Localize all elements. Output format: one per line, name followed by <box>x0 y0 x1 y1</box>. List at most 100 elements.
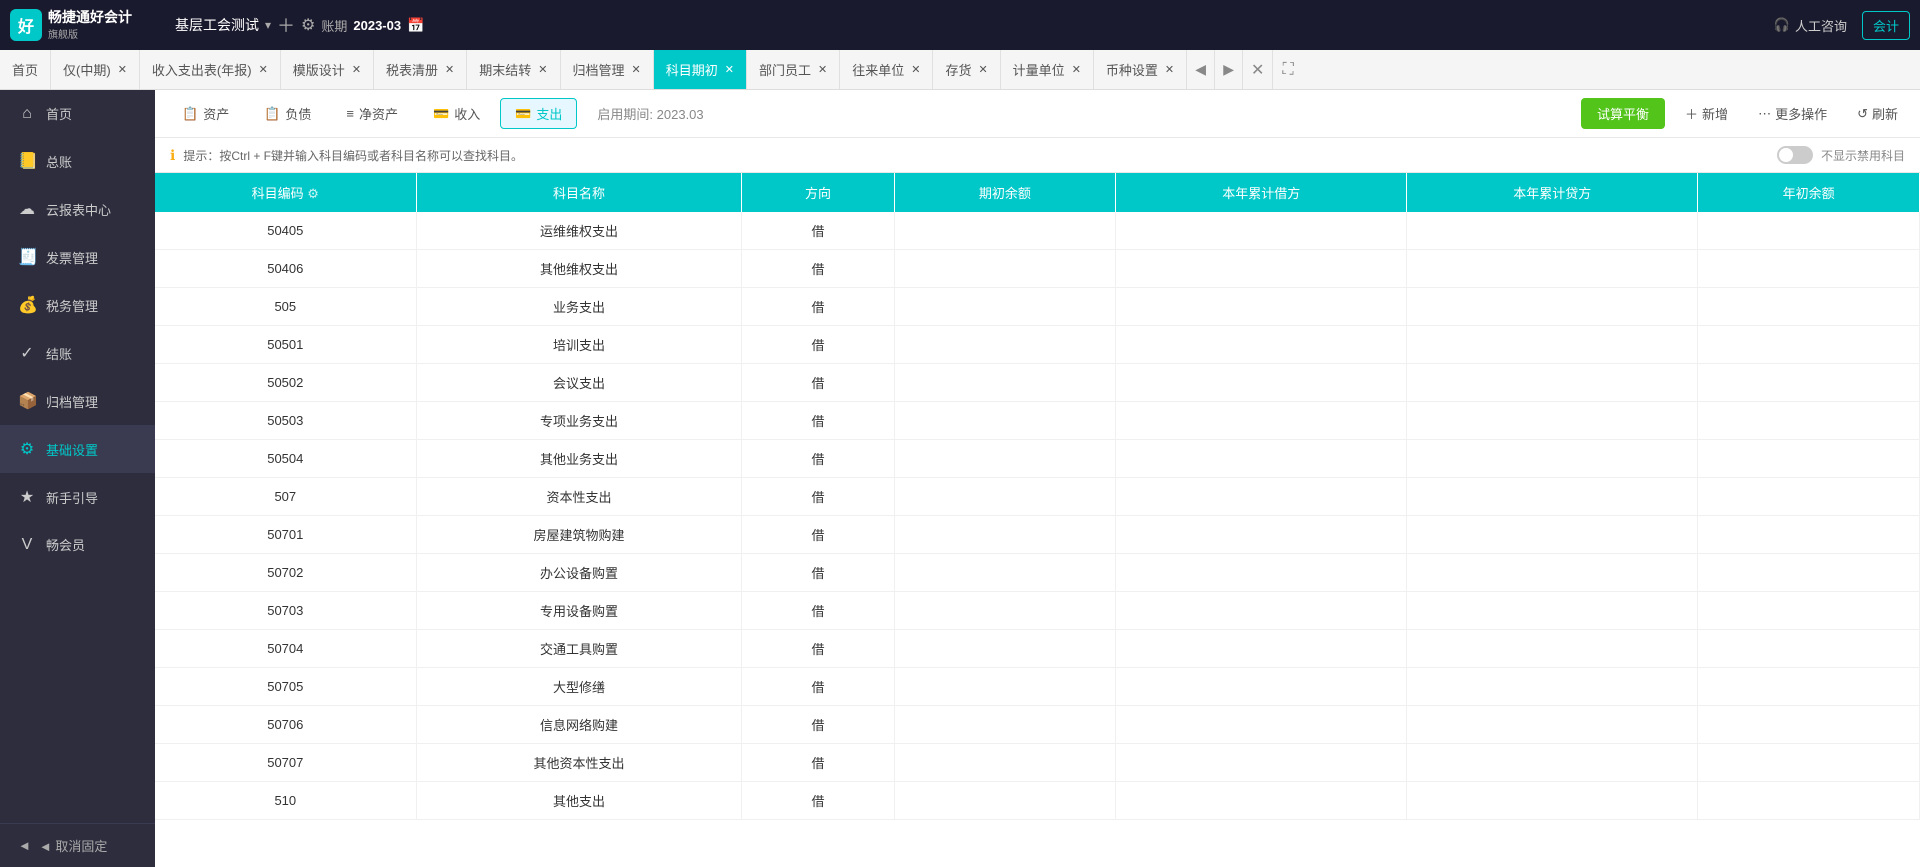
sidebar-item-label: 发票管理 <box>46 248 98 267</box>
sidebar-item-invoice[interactable]: 🧾 发票管理 <box>0 233 155 281</box>
add-btn[interactable]: ＋ 新增 <box>1675 99 1738 128</box>
tab-close-icon[interactable]: ✕ <box>978 63 987 76</box>
col-dir: 方向 <box>742 173 894 212</box>
tab-close-icon[interactable]: ✕ <box>259 63 268 76</box>
table-row[interactable]: 50703 专用设备购置 借 <box>155 592 1920 630</box>
table-row[interactable]: 50701 房屋建筑物购建 借 <box>155 516 1920 554</box>
sub-tab-expense[interactable]: 💳 支出 <box>500 98 577 129</box>
table-row[interactable]: 50405 运维维权支出 借 <box>155 212 1920 250</box>
pin-icon: ◄ <box>18 838 31 853</box>
tab-close-icon[interactable]: ✕ <box>1165 63 1174 76</box>
cell-ncye <box>1698 364 1920 402</box>
tab-close-all-btn[interactable]: ✕ <box>1243 50 1273 90</box>
tab-next-btn[interactable]: ▶ <box>1215 50 1243 90</box>
tab-shuibiao[interactable]: 税表清册 ✕ <box>374 50 467 90</box>
switch-control[interactable] <box>1777 146 1813 164</box>
sub-tab-label: 收入 <box>454 104 480 123</box>
tab-guidang[interactable]: 归档管理 ✕ <box>561 50 654 90</box>
sidebar-item-home[interactable]: ⌂ 首页 <box>0 90 155 137</box>
sub-tab-asset[interactable]: 📋 资产 <box>167 98 244 129</box>
tab-jiliang[interactable]: 计量单位 ✕ <box>1001 50 1094 90</box>
table-row[interactable]: 505 业务支出 借 <box>155 288 1920 326</box>
tab-label: 归档管理 <box>573 60 625 79</box>
cell-ncye <box>1698 592 1920 630</box>
tab-close-icon[interactable]: ✕ <box>445 63 454 76</box>
kuaiji-btn[interactable]: 会计 <box>1862 11 1910 40</box>
cell-ljdf <box>1407 402 1698 440</box>
cell-name: 办公设备购置 <box>416 554 742 592</box>
company-dropdown-icon[interactable]: ▾ <box>265 18 271 32</box>
table-row[interactable]: 50504 其他业务支出 借 <box>155 440 1920 478</box>
sidebar-item-ledger[interactable]: 📒 总账 <box>0 137 155 185</box>
table-row[interactable]: 510 其他支出 借 <box>155 782 1920 820</box>
table-row[interactable]: 50702 办公设备购置 借 <box>155 554 1920 592</box>
action-bar: 试算平衡 ＋ 新增 ⋯ 更多操作 ↺ 刷新 <box>1581 98 1908 129</box>
expense-icon: 💳 <box>515 106 531 122</box>
cell-ljdf <box>1407 326 1698 364</box>
sidebar-item-archive[interactable]: 📦 归档管理 <box>0 377 155 425</box>
tab-close-icon[interactable]: ✕ <box>911 63 920 76</box>
tab-shouru[interactable]: 收入支出表(年报) ✕ <box>140 50 281 90</box>
table-row[interactable]: 50502 会议支出 借 <box>155 364 1920 402</box>
sidebar-item-member[interactable]: V 畅会员 <box>0 521 155 568</box>
tab-moban[interactable]: 模版设计 ✕ <box>281 50 374 90</box>
cell-ncye <box>1698 250 1920 288</box>
income-icon: 💳 <box>433 106 449 122</box>
add-company-btn[interactable]: ＋ <box>277 12 295 38</box>
settings-icon[interactable]: ⚙ <box>301 15 315 35</box>
col-settings-icon[interactable]: ⚙ <box>307 186 319 201</box>
tab-close-icon[interactable]: ✕ <box>118 63 127 76</box>
sidebar-item-settle[interactable]: ✓ 结账 <box>0 329 155 377</box>
tab-kemuqichu[interactable]: 科目期初 ✕ <box>654 50 747 90</box>
tab-expand-btn[interactable]: ⛶ <box>1273 50 1303 90</box>
table-row[interactable]: 50707 其他资本性支出 借 <box>155 744 1920 782</box>
tab-qimo[interactable]: 期末结转 ✕ <box>467 50 560 90</box>
cell-code: 50502 <box>155 364 416 402</box>
toggle-disabled-switch[interactable]: 不显示禁用科目 <box>1777 146 1905 164</box>
cell-ljjf <box>1116 440 1407 478</box>
tab-zhongqi[interactable]: 仅(中期) ✕ <box>51 50 140 90</box>
tab-cunhuo[interactable]: 存货 ✕ <box>933 50 1000 90</box>
sidebar-item-report[interactable]: ☁ 云报表中心 <box>0 185 155 233</box>
tab-close-icon[interactable]: ✕ <box>538 63 547 76</box>
sub-tab-income[interactable]: 💳 收入 <box>418 98 495 129</box>
tab-label: 计量单位 <box>1013 60 1065 79</box>
cell-ljdf <box>1407 744 1698 782</box>
cell-dir: 借 <box>742 592 894 630</box>
cell-code: 50706 <box>155 706 416 744</box>
tab-close-icon[interactable]: ✕ <box>818 63 827 76</box>
cell-dir: 借 <box>742 516 894 554</box>
table-row[interactable]: 50705 大型修缮 借 <box>155 668 1920 706</box>
cell-dir: 借 <box>742 554 894 592</box>
table-row[interactable]: 507 资本性支出 借 <box>155 478 1920 516</box>
sub-tab-netasset[interactable]: ≡ 净资产 <box>331 98 413 129</box>
sidebar-item-tax[interactable]: 💰 税务管理 <box>0 281 155 329</box>
tab-close-icon[interactable]: ✕ <box>1072 63 1081 76</box>
table-row[interactable]: 50704 交通工具购置 借 <box>155 630 1920 668</box>
table-row[interactable]: 50706 信息网络购建 借 <box>155 706 1920 744</box>
calendar-icon[interactable]: 📅 <box>407 17 424 34</box>
table-row[interactable]: 50501 培训支出 借 <box>155 326 1920 364</box>
ai-consult-btn[interactable]: 🎧 人工咨询 <box>1774 16 1847 35</box>
more-actions-btn[interactable]: ⋯ 更多操作 <box>1748 99 1837 128</box>
tab-close-icon[interactable]: ✕ <box>632 63 641 76</box>
cell-code: 50702 <box>155 554 416 592</box>
table-row[interactable]: 50406 其他维权支出 借 <box>155 250 1920 288</box>
sidebar-item-guide[interactable]: ★ 新手引导 <box>0 473 155 521</box>
add-icon: ＋ <box>1685 104 1698 123</box>
table-row[interactable]: 50503 专项业务支出 借 <box>155 402 1920 440</box>
sidebar-item-settings[interactable]: ⚙ 基础设置 <box>0 425 155 473</box>
tab-close-icon[interactable]: ✕ <box>725 63 734 76</box>
cell-name: 专项业务支出 <box>416 402 742 440</box>
cell-ncye <box>1698 288 1920 326</box>
tab-wanglai[interactable]: 往来单位 ✕ <box>840 50 933 90</box>
cancel-pin-btn[interactable]: ◄ ◄ 取消固定 <box>0 823 155 867</box>
refresh-btn[interactable]: ↺ 刷新 <box>1847 99 1908 128</box>
tab-bizhong[interactable]: 币种设置 ✕ <box>1094 50 1187 90</box>
tab-home[interactable]: 首页 <box>0 50 51 90</box>
calc-balance-btn[interactable]: 试算平衡 <box>1581 98 1665 129</box>
sub-tab-debt[interactable]: 📋 负债 <box>249 98 326 129</box>
tab-bumen[interactable]: 部门员工 ✕ <box>747 50 840 90</box>
tab-close-icon[interactable]: ✕ <box>352 63 361 76</box>
tab-prev-btn[interactable]: ◀ <box>1187 50 1215 90</box>
